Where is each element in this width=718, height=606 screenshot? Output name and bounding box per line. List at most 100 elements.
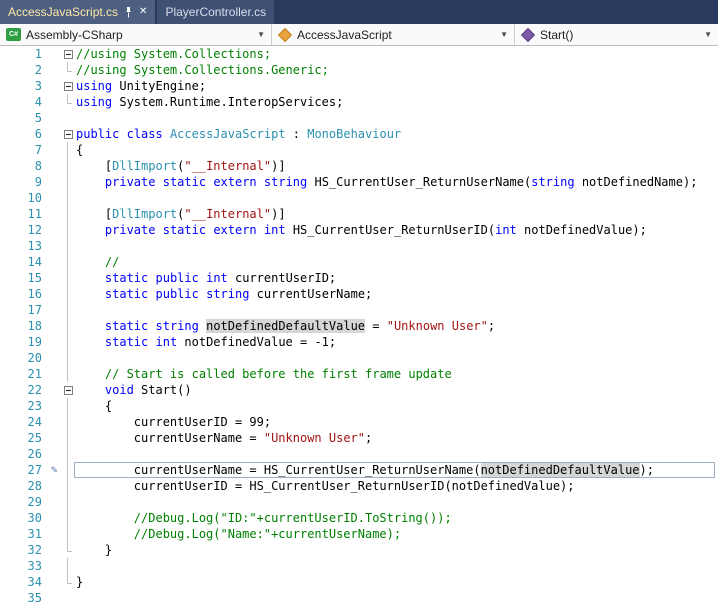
code-line[interactable]: 1 //using System.Collections;: [0, 46, 718, 62]
code-line[interactable]: 29: [0, 494, 718, 510]
code-line[interactable]: 8 [DllImport("__Internal")]: [0, 158, 718, 174]
line-number[interactable]: 11: [0, 206, 48, 222]
code-text[interactable]: [76, 590, 718, 606]
code-text[interactable]: //using System.Collections.Generic;: [76, 62, 718, 78]
code-text[interactable]: //Debug.Log("ID:"+currentUserID.ToString…: [76, 510, 718, 526]
line-number[interactable]: 12: [0, 222, 48, 238]
line-number[interactable]: 33: [0, 558, 48, 574]
collapse-minus-icon[interactable]: [64, 130, 73, 139]
code-text[interactable]: static string notDefinedDefaultValue = "…: [76, 318, 718, 334]
code-text[interactable]: [76, 558, 718, 574]
code-text[interactable]: //using System.Collections;: [76, 46, 718, 62]
code-line[interactable]: 12 private static extern int HS_CurrentU…: [0, 222, 718, 238]
code-line[interactable]: 9 private static extern string HS_Curren…: [0, 174, 718, 190]
code-line[interactable]: 4 using System.Runtime.InteropServices;: [0, 94, 718, 110]
line-number[interactable]: 1: [0, 46, 48, 62]
code-text[interactable]: currentUserName = HS_CurrentUser_ReturnU…: [76, 462, 718, 478]
pin-icon[interactable]: [124, 7, 133, 18]
line-number[interactable]: 24: [0, 414, 48, 430]
code-text[interactable]: static public string currentUserName;: [76, 286, 718, 302]
line-number[interactable]: 23: [0, 398, 48, 414]
line-number[interactable]: 26: [0, 446, 48, 462]
code-line[interactable]: 20: [0, 350, 718, 366]
code-line[interactable]: 19 static int notDefinedValue = -1;: [0, 334, 718, 350]
fold-collapse-button[interactable]: [60, 382, 76, 398]
code-line[interactable]: 21 // Start is called before the first f…: [0, 366, 718, 382]
code-line[interactable]: 15 static public int currentUserID;: [0, 270, 718, 286]
code-text[interactable]: public class AccessJavaScript : MonoBeha…: [76, 126, 718, 142]
code-line[interactable]: 5: [0, 110, 718, 126]
code-text[interactable]: static public int currentUserID;: [76, 270, 718, 286]
code-text[interactable]: [DllImport("__Internal")]: [76, 158, 718, 174]
code-text[interactable]: // Start is called before the first fram…: [76, 366, 718, 382]
member-dropdown[interactable]: Start() ▼: [515, 24, 718, 45]
code-text[interactable]: {: [76, 398, 718, 414]
code-line[interactable]: 18 static string notDefinedDefaultValue …: [0, 318, 718, 334]
code-line[interactable]: 27✎ currentUserName = HS_CurrentUser_Ret…: [0, 462, 718, 478]
code-line[interactable]: 11 [DllImport("__Internal")]: [0, 206, 718, 222]
code-text[interactable]: [76, 494, 718, 510]
line-number[interactable]: 10: [0, 190, 48, 206]
code-line[interactable]: 28 currentUserID = HS_CurrentUser_Return…: [0, 478, 718, 494]
code-text[interactable]: [76, 446, 718, 462]
code-line[interactable]: 24 currentUserID = 99;: [0, 414, 718, 430]
line-number[interactable]: 3: [0, 78, 48, 94]
code-text[interactable]: [DllImport("__Internal")]: [76, 206, 718, 222]
code-line[interactable]: 34}: [0, 574, 718, 590]
line-number[interactable]: 34: [0, 574, 48, 590]
collapse-minus-icon[interactable]: [64, 386, 73, 395]
line-number[interactable]: 19: [0, 334, 48, 350]
line-number[interactable]: 4: [0, 94, 48, 110]
code-line[interactable]: 16 static public string currentUserName;: [0, 286, 718, 302]
line-number[interactable]: 6: [0, 126, 48, 142]
code-text[interactable]: [76, 238, 718, 254]
code-line[interactable]: 26: [0, 446, 718, 462]
code-text[interactable]: [76, 350, 718, 366]
line-number[interactable]: 13: [0, 238, 48, 254]
code-line[interactable]: 33: [0, 558, 718, 574]
code-area[interactable]: 1//using System.Collections;2//using Sys…: [0, 46, 718, 606]
code-line[interactable]: 17: [0, 302, 718, 318]
line-number[interactable]: 7: [0, 142, 48, 158]
code-line[interactable]: 30 //Debug.Log("ID:"+currentUserID.ToStr…: [0, 510, 718, 526]
code-line[interactable]: 10: [0, 190, 718, 206]
code-line[interactable]: 14 //: [0, 254, 718, 270]
code-line[interactable]: 6 public class AccessJavaScript : MonoBeh…: [0, 126, 718, 142]
line-number[interactable]: 29: [0, 494, 48, 510]
collapse-minus-icon[interactable]: [64, 82, 73, 91]
code-text[interactable]: private static extern int HS_CurrentUser…: [76, 222, 718, 238]
line-number[interactable]: 27: [0, 462, 48, 478]
type-dropdown[interactable]: AccessJavaScript ▼: [272, 24, 515, 45]
code-text[interactable]: //: [76, 254, 718, 270]
line-number[interactable]: 9: [0, 174, 48, 190]
line-number[interactable]: 22: [0, 382, 48, 398]
line-number[interactable]: 16: [0, 286, 48, 302]
code-line[interactable]: 3 using UnityEngine;: [0, 78, 718, 94]
tab-playercontroller[interactable]: PlayerController.cs: [157, 0, 274, 24]
fold-collapse-button[interactable]: [60, 78, 76, 94]
line-number[interactable]: 17: [0, 302, 48, 318]
line-number[interactable]: 21: [0, 366, 48, 382]
code-text[interactable]: [76, 190, 718, 206]
code-text[interactable]: using UnityEngine;: [76, 78, 718, 94]
code-text[interactable]: currentUserID = HS_CurrentUser_ReturnUse…: [76, 478, 718, 494]
fold-collapse-button[interactable]: [60, 126, 76, 142]
code-text[interactable]: [76, 110, 718, 126]
line-number[interactable]: 35: [0, 590, 48, 606]
code-line[interactable]: 13: [0, 238, 718, 254]
fold-collapse-button[interactable]: [60, 46, 76, 62]
code-line[interactable]: 25 currentUserName = "Unknown User";: [0, 430, 718, 446]
project-dropdown[interactable]: C# Assembly-CSharp ▼: [0, 24, 272, 45]
line-number[interactable]: 31: [0, 526, 48, 542]
tab-accessjavascript[interactable]: AccessJavaScript.cs ✕: [0, 0, 155, 24]
code-line[interactable]: 35: [0, 590, 718, 606]
line-number[interactable]: 20: [0, 350, 48, 366]
line-number[interactable]: 2: [0, 62, 48, 78]
line-number[interactable]: 25: [0, 430, 48, 446]
collapse-minus-icon[interactable]: [64, 50, 73, 59]
code-text[interactable]: using System.Runtime.InteropServices;: [76, 94, 718, 110]
code-line[interactable]: 23 {: [0, 398, 718, 414]
line-number[interactable]: 32: [0, 542, 48, 558]
code-text[interactable]: }: [76, 574, 718, 590]
line-number[interactable]: 28: [0, 478, 48, 494]
